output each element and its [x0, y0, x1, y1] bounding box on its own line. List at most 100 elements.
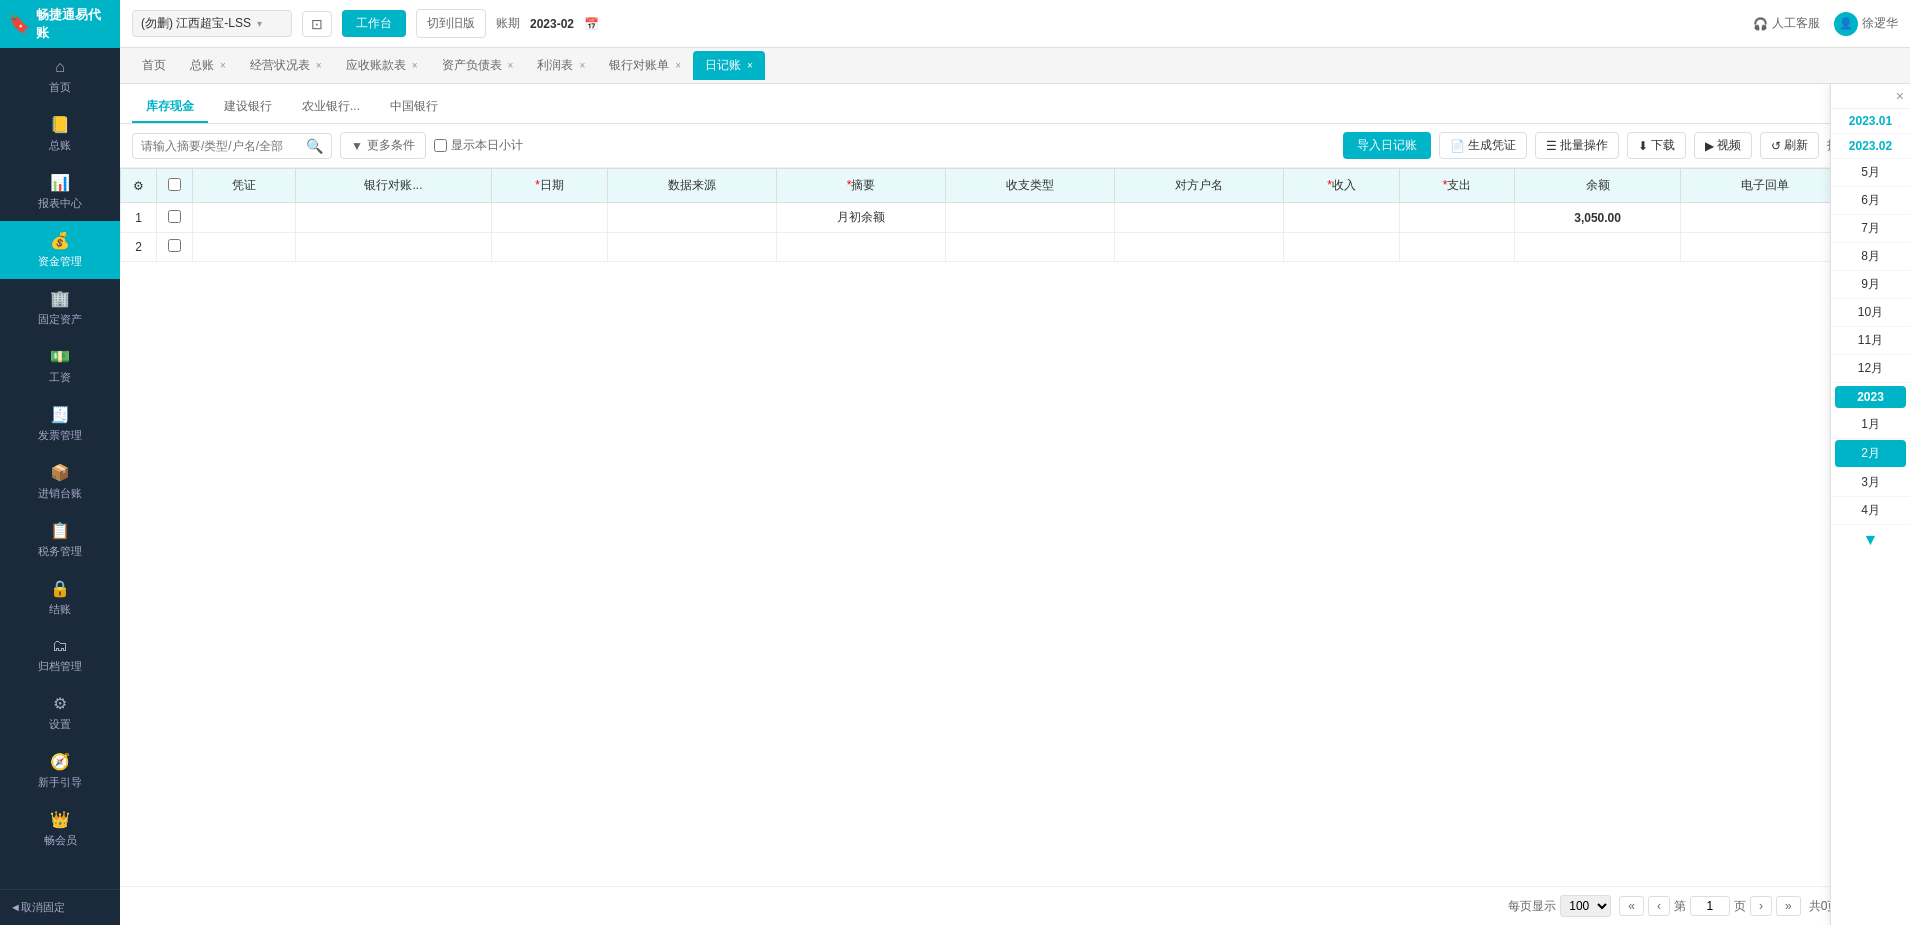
workbench-button[interactable]: 工作台 — [342, 10, 406, 37]
tab-profit[interactable]: 利润表 × — [525, 51, 597, 80]
row2-check[interactable] — [157, 233, 193, 262]
period-calendar-icon[interactable]: 📅 — [584, 17, 599, 31]
date-month-9[interactable]: 9月 — [1831, 271, 1910, 299]
tab-journal[interactable]: 日记账 × — [693, 51, 765, 80]
col-summary: *摘要 — [777, 169, 946, 203]
row1-bank-match — [295, 203, 492, 233]
old-version-button[interactable]: 切到旧版 — [416, 9, 486, 38]
last-page-button[interactable]: » — [1776, 896, 1801, 916]
show-daily-checkbox[interactable] — [434, 139, 447, 152]
next-page-button[interactable]: › — [1750, 896, 1772, 916]
period-value: 2023-02 — [530, 17, 574, 31]
row1-checkbox[interactable] — [168, 210, 181, 223]
company-selector[interactable]: (勿删) 江西超宝-LSS ▾ — [132, 10, 292, 37]
filter-button[interactable]: ▼ 更多条件 — [340, 132, 426, 159]
first-page-button[interactable]: « — [1619, 896, 1644, 916]
bank-tab-china[interactable]: 中国银行 — [376, 92, 452, 123]
row1-check[interactable] — [157, 203, 193, 233]
search-box[interactable]: 🔍 — [132, 133, 332, 159]
year-2023-badge[interactable]: 2023 — [1835, 386, 1906, 408]
import-button[interactable]: 导入日记账 — [1343, 132, 1431, 159]
app-logo: 🔖 畅捷通易代账 — [0, 0, 120, 48]
sidebar-item-inventory[interactable]: 📦 进销台账 — [0, 453, 120, 511]
page-size-selector[interactable]: 每页显示 100 50 200 — [1508, 895, 1611, 917]
sidebar-item-salary[interactable]: 💵 工资 — [0, 337, 120, 395]
sidebar-collapse[interactable]: ◄取消固定 — [0, 889, 120, 925]
page-size-select[interactable]: 100 50 200 — [1560, 895, 1611, 917]
ledger-icon: 📒 — [50, 115, 70, 134]
tab-bank-close[interactable]: × — [675, 60, 681, 71]
tab-receivable-close[interactable]: × — [412, 60, 418, 71]
date-month-11[interactable]: 11月 — [1831, 327, 1910, 355]
date-month-3[interactable]: 3月 — [1831, 469, 1910, 497]
tab-bank-reconcile[interactable]: 银行对账单 × — [597, 51, 693, 80]
sidebar-item-archive[interactable]: 🗂 归档管理 — [0, 627, 120, 684]
tab-receivable[interactable]: 应收账款表 × — [334, 51, 430, 80]
sidebar-item-fund[interactable]: 💰 资金管理 — [0, 221, 120, 279]
service-label: 人工客服 — [1772, 15, 1820, 32]
date-month-8[interactable]: 8月 — [1831, 243, 1910, 271]
period-label: 账期 — [496, 15, 520, 32]
tab-profit-close[interactable]: × — [579, 60, 585, 71]
bank-tab-construction[interactable]: 建设银行 — [210, 92, 286, 123]
service-button[interactable]: 🎧 人工客服 — [1753, 15, 1820, 32]
user-button[interactable]: 👤 徐逻华 — [1834, 12, 1898, 36]
sidebar-item-ledger[interactable]: 📒 总账 — [0, 105, 120, 163]
date-month-2[interactable]: 2月 — [1835, 440, 1906, 468]
sidebar-item-home[interactable]: 首页 — [0, 48, 120, 105]
date-month-5[interactable]: 5月 — [1831, 159, 1910, 187]
date-month-4[interactable]: 4月 — [1831, 497, 1910, 525]
select-all-checkbox[interactable] — [168, 178, 181, 191]
tab-biz-status[interactable]: 经营状况表 × — [238, 51, 334, 80]
bank-tab-cash[interactable]: 库存现金 — [132, 92, 208, 123]
sidebar-item-vip[interactable]: 👑 畅会员 — [0, 800, 120, 858]
sidebar-item-close-account[interactable]: 🔒 结账 — [0, 569, 120, 627]
tab-profit-label: 利润表 — [537, 57, 573, 74]
refresh-button[interactable]: ↺ 刷新 — [1760, 132, 1819, 159]
table-header: ⚙ 凭证 银行对账... *日期 — [121, 169, 1910, 203]
tab-assets-close[interactable]: × — [508, 60, 514, 71]
batch-button[interactable]: ☰ 批量操作 — [1535, 132, 1619, 159]
date-month-1[interactable]: 1月 — [1831, 411, 1910, 439]
search-input[interactable] — [141, 139, 302, 153]
col-bank-match: 银行对账... — [295, 169, 492, 203]
sidebar-item-asset[interactable]: 🏢 固定资产 — [0, 279, 120, 337]
tab-ledger[interactable]: 总账 × — [178, 51, 238, 80]
date-month-6[interactable]: 6月 — [1831, 187, 1910, 215]
col-check[interactable] — [157, 169, 193, 203]
tab-journal-close[interactable]: × — [747, 60, 753, 71]
tab-ledger-close[interactable]: × — [220, 60, 226, 71]
bank-tab-agriculture[interactable]: 农业银行... — [288, 92, 374, 123]
show-daily-text: 显示本日小计 — [451, 137, 523, 154]
row2-bank-match — [295, 233, 492, 262]
tab-home[interactable]: 首页 — [130, 51, 178, 80]
col-income: *收入 — [1284, 169, 1400, 203]
close-date-panel-button[interactable]: × — [1896, 88, 1904, 104]
page-number-input[interactable] — [1690, 896, 1730, 916]
prev-page-button[interactable]: ‹ — [1648, 896, 1670, 916]
tab-assets-debts[interactable]: 资产负债表 × — [430, 51, 526, 80]
sidebar-item-tax[interactable]: 📋 税务管理 — [0, 511, 120, 569]
voucher-button[interactable]: 📄 生成凭证 — [1439, 132, 1527, 159]
date-month-12[interactable]: 12月 — [1831, 355, 1910, 383]
search-icon[interactable]: 🔍 — [306, 138, 323, 154]
date-panel-close: × — [1831, 84, 1910, 109]
video-button[interactable]: ▶ 视频 — [1694, 132, 1752, 159]
date-month-10[interactable]: 10月 — [1831, 299, 1910, 327]
date-entry-2023-01[interactable]: 2023.01 — [1831, 109, 1910, 134]
sidebar-item-invoice[interactable]: 🧾 发票管理 — [0, 395, 120, 453]
guide-icon: 🧭 — [50, 752, 70, 771]
date-month-7[interactable]: 7月 — [1831, 215, 1910, 243]
show-daily-label[interactable]: 显示本日小计 — [434, 137, 523, 154]
col-settings[interactable]: ⚙ — [121, 169, 157, 203]
download-button[interactable]: ⬇ 下载 — [1627, 132, 1686, 159]
sidebar-item-settings[interactable]: ⚙ 设置 — [0, 684, 120, 742]
copy-button[interactable]: ⊡ — [302, 11, 332, 37]
row2-income — [1284, 233, 1400, 262]
date-entry-2023-02[interactable]: 2023.02 — [1831, 134, 1910, 159]
sidebar-item-guide[interactable]: 🧭 新手引导 — [0, 742, 120, 800]
date-panel-scroll-down[interactable]: ▼ — [1831, 525, 1910, 555]
sidebar-item-report[interactable]: 📊 报表中心 — [0, 163, 120, 221]
row2-checkbox[interactable] — [168, 239, 181, 252]
tab-biz-close[interactable]: × — [316, 60, 322, 71]
